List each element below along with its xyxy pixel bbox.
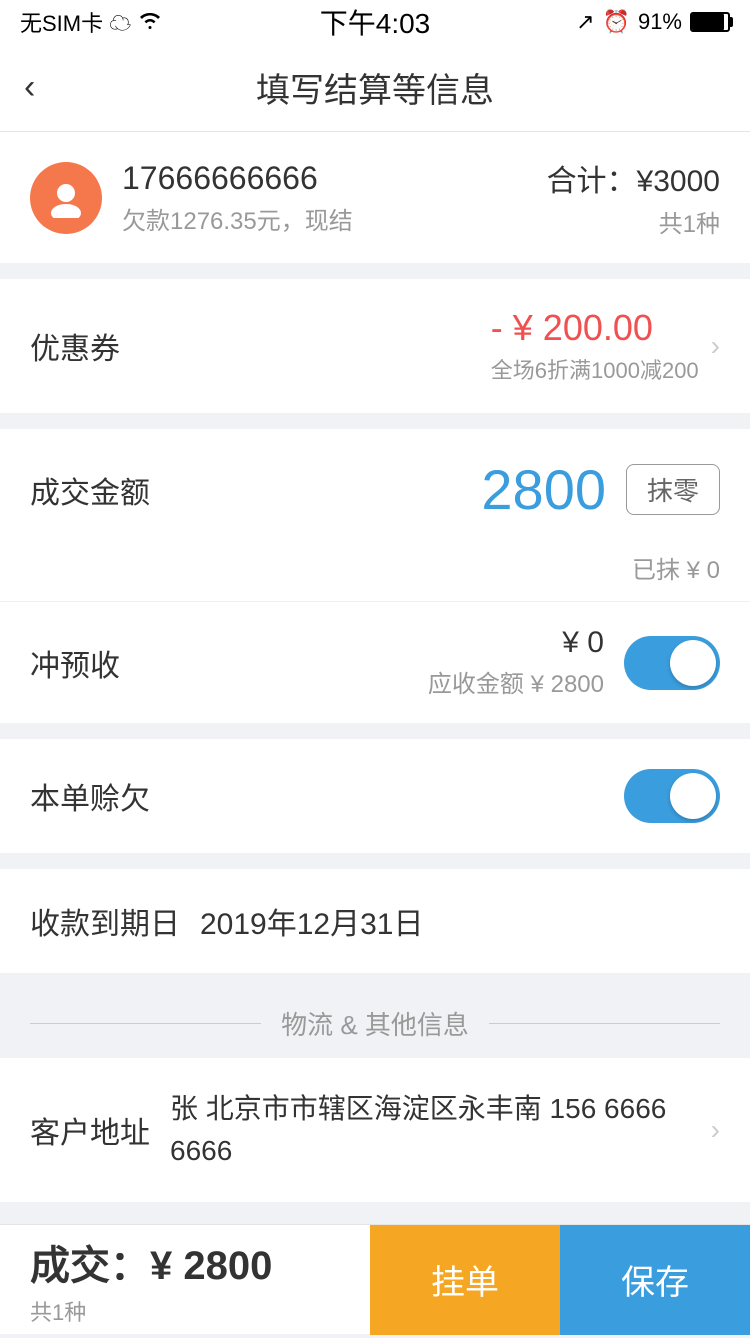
duedate-row: 收款到期日 2019年12月31日 [0,869,750,973]
prepay-amount: ¥ 0 [428,626,604,660]
prepay-toggle[interactable] [624,636,720,690]
customer-debt: 欠款1276.35元，现结 [122,201,353,236]
prepay-value-group: ¥ 0 应收金额 ¥ 2800 [428,626,604,699]
nav-header: ‹ 填写结算等信息 [0,44,750,132]
pending-button[interactable]: 挂单 [370,1225,560,1335]
deal-sub: 已抹 ¥ 0 [0,550,750,601]
debt-label: 本单赊欠 [30,774,150,818]
duedate-label: 收款到期日 [30,899,180,943]
page-title: 填写结算等信息 [256,63,494,112]
bottom-deal-prefix: 成交： [30,1244,150,1288]
coupon-desc: 全场6折满1000减200 [491,353,699,385]
bottom-deal-value: ¥ 2800 [150,1244,272,1288]
deal-label: 成交金额 [30,468,150,512]
debt-toggle[interactable] [624,769,720,823]
customer-left: 17666666666 欠款1276.35元，现结 [30,160,353,236]
status-time: 下午4:03 [320,2,431,42]
bottom-deal-amount: 成交：¥ 2800 [30,1233,340,1291]
total-amount: 合计：¥3000 [547,156,720,200]
address-value: 张 北京市市辖区海淀区永丰南 156 6666 6666 [170,1088,711,1172]
deal-value: 2800 [481,457,606,522]
coupon-right: - ¥ 200.00 全场6折满1000减200 › [491,307,720,385]
logistics-label: 物流 & 其他信息 [281,1005,469,1042]
back-button[interactable]: ‹ [24,68,35,107]
location-icon: ↗ [576,9,594,35]
logistics-divider: 物流 & 其他信息 [0,989,750,1058]
bottom-deal-count: 共1种 [30,1295,340,1327]
coupon-label: 优惠券 [30,324,120,368]
coupon-section[interactable]: 优惠券 - ¥ 200.00 全场6折满1000减200 › [0,279,750,413]
round-button[interactable]: 抹零 [626,464,720,515]
status-bar: 无SIM卡 ☁ 下午4:03 ↗ ⏰ 91% [0,0,750,44]
alarm-icon: ⏰ [603,9,630,35]
prepay-label: 冲预收 [30,641,120,685]
divider-line-right [489,1023,720,1024]
duedate-value: 2019年12月31日 [200,899,423,943]
battery-percent: 91% [638,9,682,35]
battery-icon [690,12,730,32]
customer-right: 合计：¥3000 共1种 [547,156,720,239]
deal-value-group: 2800 抹零 [481,457,720,522]
address-chevron-icon: › [711,1114,720,1146]
bottom-bar: 成交：¥ 2800 共1种 挂单 保存 [0,1224,750,1334]
wifi-icon [139,9,161,35]
coupon-amount: - ¥ 200.00 [491,307,699,349]
deal-row: 成交金额 2800 抹零 [0,429,750,550]
bottom-summary: 成交：¥ 2800 共1种 [0,1233,370,1327]
total-type: 共1种 [547,204,720,239]
address-row[interactable]: 客户地址 张 北京市市辖区海淀区永丰南 156 6666 6666 › [0,1058,750,1202]
status-right: ↗ ⏰ 91% [576,9,730,35]
debt-row: 本单赊欠 [0,739,750,853]
customer-phone: 17666666666 [122,160,353,197]
customer-info: 17666666666 欠款1276.35元，现结 [122,160,353,236]
content: 17666666666 欠款1276.35元，现结 合计：¥3000 共1种 优… [0,132,750,1338]
avatar [30,162,102,234]
customer-row: 17666666666 欠款1276.35元，现结 合计：¥3000 共1种 [0,132,750,263]
divider-line-left [30,1023,261,1024]
no-sim-label: 无SIM卡 ☁ [20,6,131,38]
prepay-sub: 应收金额 ¥ 2800 [428,664,604,699]
coupon-chevron-icon: › [711,330,720,362]
address-label: 客户地址 [30,1108,150,1152]
prepay-row: 冲预收 ¥ 0 应收金额 ¥ 2800 [0,601,750,723]
prepay-right: ¥ 0 应收金额 ¥ 2800 [428,626,720,699]
save-button[interactable]: 保存 [560,1225,750,1335]
status-left: 无SIM卡 ☁ [20,6,161,38]
deal-section: 成交金额 2800 抹零 已抹 ¥ 0 冲预收 ¥ 0 应收金额 ¥ 2800 [0,429,750,723]
